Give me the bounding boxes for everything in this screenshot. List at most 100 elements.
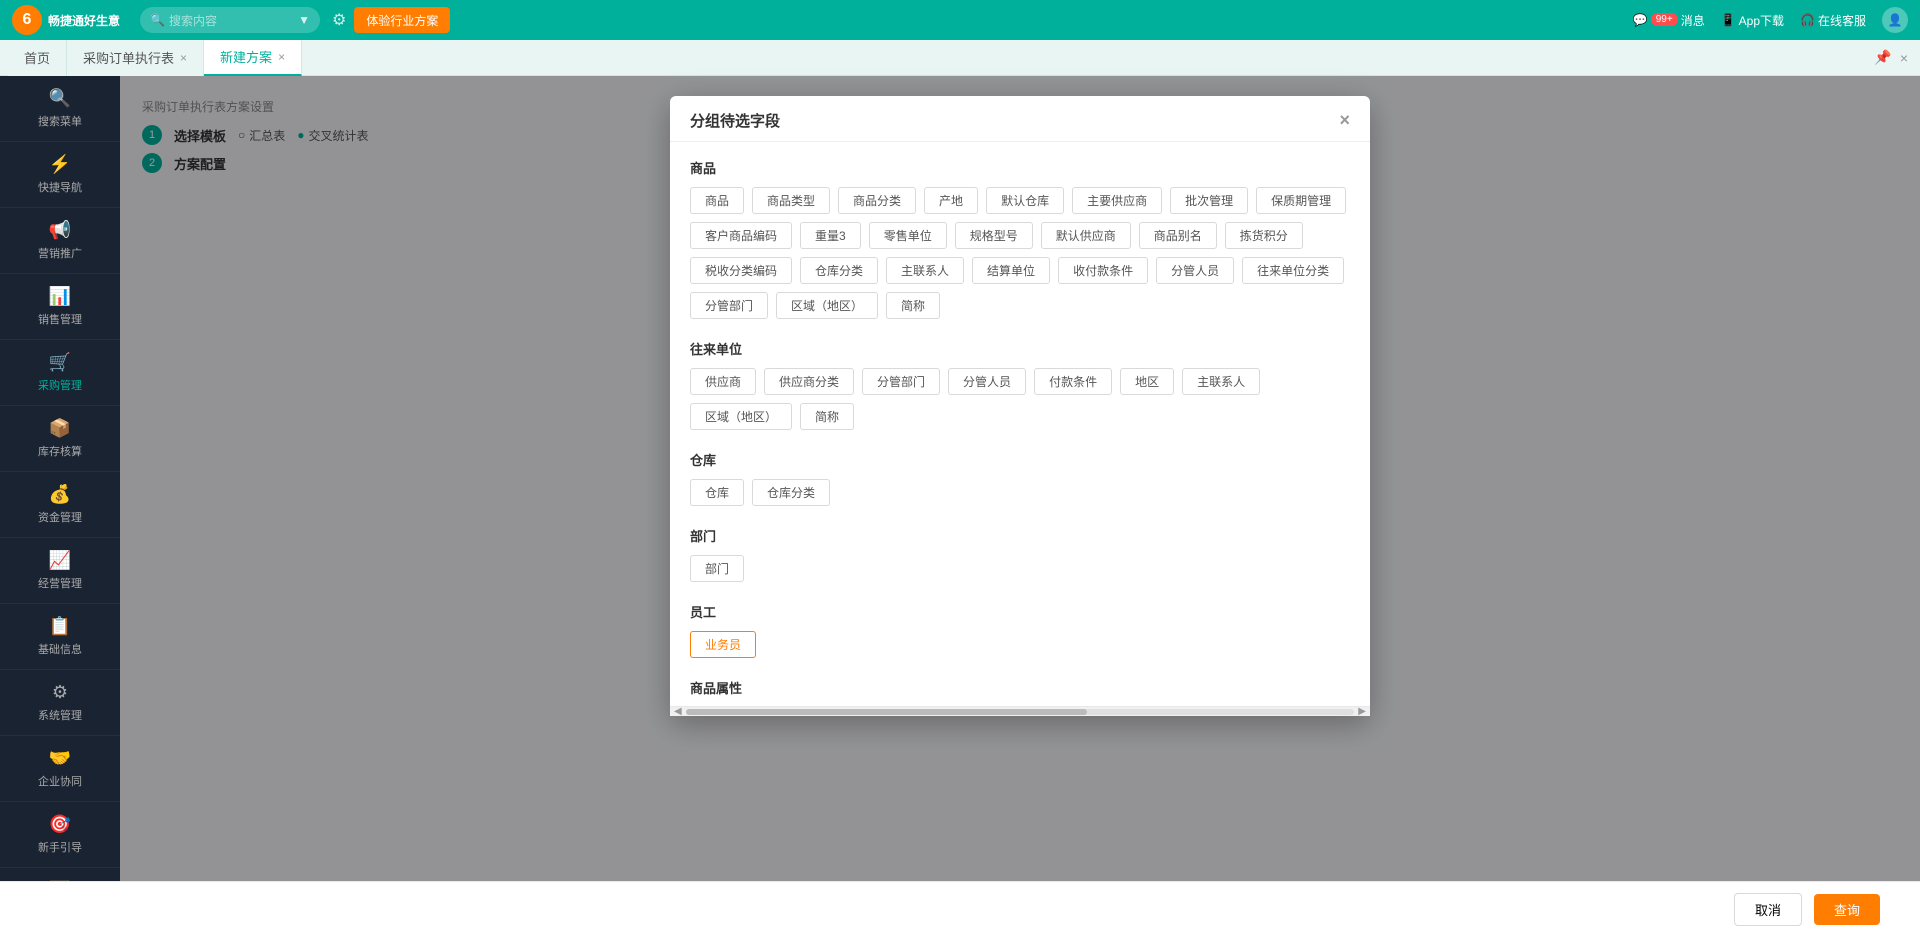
sidebar-item-purchase[interactable]: 🛒 采购管理 [0, 340, 120, 406]
field-tag-supplier-category[interactable]: 供应商分类 [764, 368, 854, 395]
sidebar-marketing-label: 营销推广 [38, 245, 82, 261]
sidebar-basic-label: 基础信息 [38, 641, 82, 657]
field-tag-salesperson[interactable]: 业务员 [690, 631, 756, 658]
tab-purchase-list[interactable]: 采购订单执行表 × [67, 40, 204, 76]
field-tag-region[interactable]: 区域（地区） [776, 292, 878, 319]
marketing-icon: 📢 [49, 220, 71, 241]
field-tag-spec-model[interactable]: 规格型号 [955, 222, 1033, 249]
goods-field-tags: 商品 商品类型 商品分类 产地 默认仓库 主要供应商 批次管理 保质期管理 客户… [690, 187, 1350, 319]
modal-horizontal-scrollbar[interactable]: ◀ ▶ [670, 706, 1370, 716]
field-tag-district[interactable]: 地区 [1120, 368, 1174, 395]
guide-icon: 🎯 [49, 814, 71, 835]
field-tag-warehouse-cat[interactable]: 仓库分类 [752, 479, 830, 506]
field-tag-manager[interactable]: 分管人员 [1156, 257, 1234, 284]
modal-body[interactable]: 商品 商品 商品类型 商品分类 产地 默认仓库 主要供应商 批次管理 保质期管理… [670, 142, 1370, 706]
warehouse-section: 仓库 仓库 仓库分类 [690, 450, 1350, 506]
sidebar-item-enterprise[interactable]: 🤝 企业协同 [0, 736, 120, 802]
field-tag-default-warehouse[interactable]: 默认仓库 [986, 187, 1064, 214]
basic-icon: 📋 [49, 616, 71, 637]
top-nav-right: 💬 99+ 消息 📱 App下载 🎧 在线客服 👤 [1633, 7, 1908, 33]
tab-purchase-label: 采购订单执行表 [83, 48, 174, 67]
field-tag-tax-code[interactable]: 税收分类编码 [690, 257, 792, 284]
tab-new-plan-label: 新建方案 [220, 47, 272, 66]
settings-icon[interactable]: ⚙ [332, 10, 346, 30]
notification-badge: 99+ [1651, 13, 1678, 26]
confirm-button[interactable]: 查询 [1814, 894, 1880, 925]
modal-overlay: 分组待选字段 × 商品 商品 商品类型 商品分类 产地 默认仓库 主要供应商 批… [120, 76, 1920, 937]
tab-new-plan-close[interactable]: × [278, 50, 285, 64]
online-service-item[interactable]: 🎧 在线客服 [1800, 12, 1866, 29]
field-tag-main-supplier[interactable]: 主要供应商 [1072, 187, 1162, 214]
field-tag-dept-mgmt[interactable]: 分管部门 [690, 292, 768, 319]
field-tag-goods-type[interactable]: 商品类型 [752, 187, 830, 214]
search-placeholder: 搜索内容 [169, 12, 217, 29]
sidebar-sales-label: 销售管理 [38, 311, 82, 327]
user-avatar[interactable]: 👤 [1882, 7, 1908, 33]
field-tag-warehouse[interactable]: 仓库 [690, 479, 744, 506]
field-tag-partner-manager[interactable]: 分管人员 [948, 368, 1026, 395]
logo-icon: 6 [12, 5, 42, 35]
operations-icon: 📈 [49, 550, 71, 571]
tab-bar: 首页 采购订单执行表 × 新建方案 × 📌 × [0, 40, 1920, 76]
field-tag-region-p[interactable]: 区域（地区） [690, 403, 792, 430]
download-icon: 📱 [1721, 13, 1736, 27]
field-tag-origin[interactable]: 产地 [924, 187, 978, 214]
field-tag-abbr-p[interactable]: 简称 [800, 403, 854, 430]
product-attr-section-title: 商品属性 [690, 678, 1350, 697]
field-tag-main-contact[interactable]: 主联系人 [886, 257, 964, 284]
field-tag-default-supplier[interactable]: 默认供应商 [1041, 222, 1131, 249]
notification-item[interactable]: 💬 99+ 消息 [1633, 12, 1705, 29]
field-tag-shelf-life[interactable]: 保质期管理 [1256, 187, 1346, 214]
field-tag-partner-category[interactable]: 往来单位分类 [1242, 257, 1344, 284]
field-tag-batch-mgmt[interactable]: 批次管理 [1170, 187, 1248, 214]
tab-new-plan[interactable]: 新建方案 × [204, 40, 302, 76]
sidebar-item-finance[interactable]: 💰 资金管理 [0, 472, 120, 538]
scroll-left-btn[interactable]: ◀ [674, 706, 682, 717]
field-tag-dept[interactable]: 部门 [690, 555, 744, 582]
sidebar-item-basic[interactable]: 📋 基础信息 [0, 604, 120, 670]
page-footer: 取消 查询 [0, 881, 1920, 937]
top-search-bar[interactable]: 🔍 搜索内容 ▼ [140, 7, 320, 33]
field-tag-pay-terms[interactable]: 付款条件 [1034, 368, 1112, 395]
sidebar-item-sales[interactable]: 📊 销售管理 [0, 274, 120, 340]
logo-area: 6 畅捷通好生意 [12, 5, 132, 35]
sidebar-item-marketing[interactable]: 📢 营销推广 [0, 208, 120, 274]
service-icon: 🎧 [1800, 13, 1815, 27]
field-tag-partner-dept[interactable]: 分管部门 [862, 368, 940, 395]
field-tag-abbr[interactable]: 简称 [886, 292, 940, 319]
sidebar-item-inventory[interactable]: 📦 库存核算 [0, 406, 120, 472]
app-download-item[interactable]: 📱 App下载 [1721, 12, 1784, 29]
field-tag-goods-alias[interactable]: 商品别名 [1139, 222, 1217, 249]
sidebar: 🔍 搜索菜单 ⚡ 快捷导航 📢 营销推广 📊 销售管理 🛒 采购管理 📦 库存核… [0, 76, 120, 937]
field-tag-goods[interactable]: 商品 [690, 187, 744, 214]
sidebar-item-operations[interactable]: 📈 经营管理 [0, 538, 120, 604]
field-tag-settlement-unit[interactable]: 结算单位 [972, 257, 1050, 284]
field-tag-warehouse-category[interactable]: 仓库分类 [800, 257, 878, 284]
field-tag-customer-code[interactable]: 客户商品编码 [690, 222, 792, 249]
warehouse-field-tags: 仓库 仓库分类 [690, 479, 1350, 506]
system-icon: ⚙ [52, 682, 68, 703]
scroll-right-btn[interactable]: ▶ [1358, 706, 1366, 717]
sidebar-item-guide[interactable]: 🎯 新手引导 [0, 802, 120, 868]
experience-btn[interactable]: 体验行业方案 [354, 7, 450, 33]
sidebar-quick-nav-label: 快捷导航 [38, 179, 82, 195]
field-tag-supplier[interactable]: 供应商 [690, 368, 756, 395]
dept-field-tags: 部门 [690, 555, 1350, 582]
tab-home[interactable]: 首页 [8, 40, 67, 76]
field-tag-payment-terms[interactable]: 收付款条件 [1058, 257, 1148, 284]
field-tag-weight[interactable]: 重量3 [800, 222, 861, 249]
field-tag-main-contact-p[interactable]: 主联系人 [1182, 368, 1260, 395]
sidebar-item-search[interactable]: 🔍 搜索菜单 [0, 76, 120, 142]
field-tag-goods-category[interactable]: 商品分类 [838, 187, 916, 214]
tab-home-label: 首页 [24, 48, 50, 67]
cancel-button[interactable]: 取消 [1734, 893, 1802, 926]
tab-close-all-icon[interactable]: × [1900, 50, 1908, 66]
field-tag-retail-unit[interactable]: 零售单位 [869, 222, 947, 249]
tab-pin-icon[interactable]: 📌 [1874, 49, 1891, 66]
modal-close-btn[interactable]: × [1339, 110, 1350, 131]
sidebar-item-quick-nav[interactable]: ⚡ 快捷导航 [0, 142, 120, 208]
sidebar-item-system[interactable]: ⚙ 系统管理 [0, 670, 120, 736]
tab-purchase-close[interactable]: × [180, 51, 187, 65]
scrollbar-thumb[interactable] [686, 709, 1087, 715]
field-tag-pick-points[interactable]: 拣货积分 [1225, 222, 1303, 249]
